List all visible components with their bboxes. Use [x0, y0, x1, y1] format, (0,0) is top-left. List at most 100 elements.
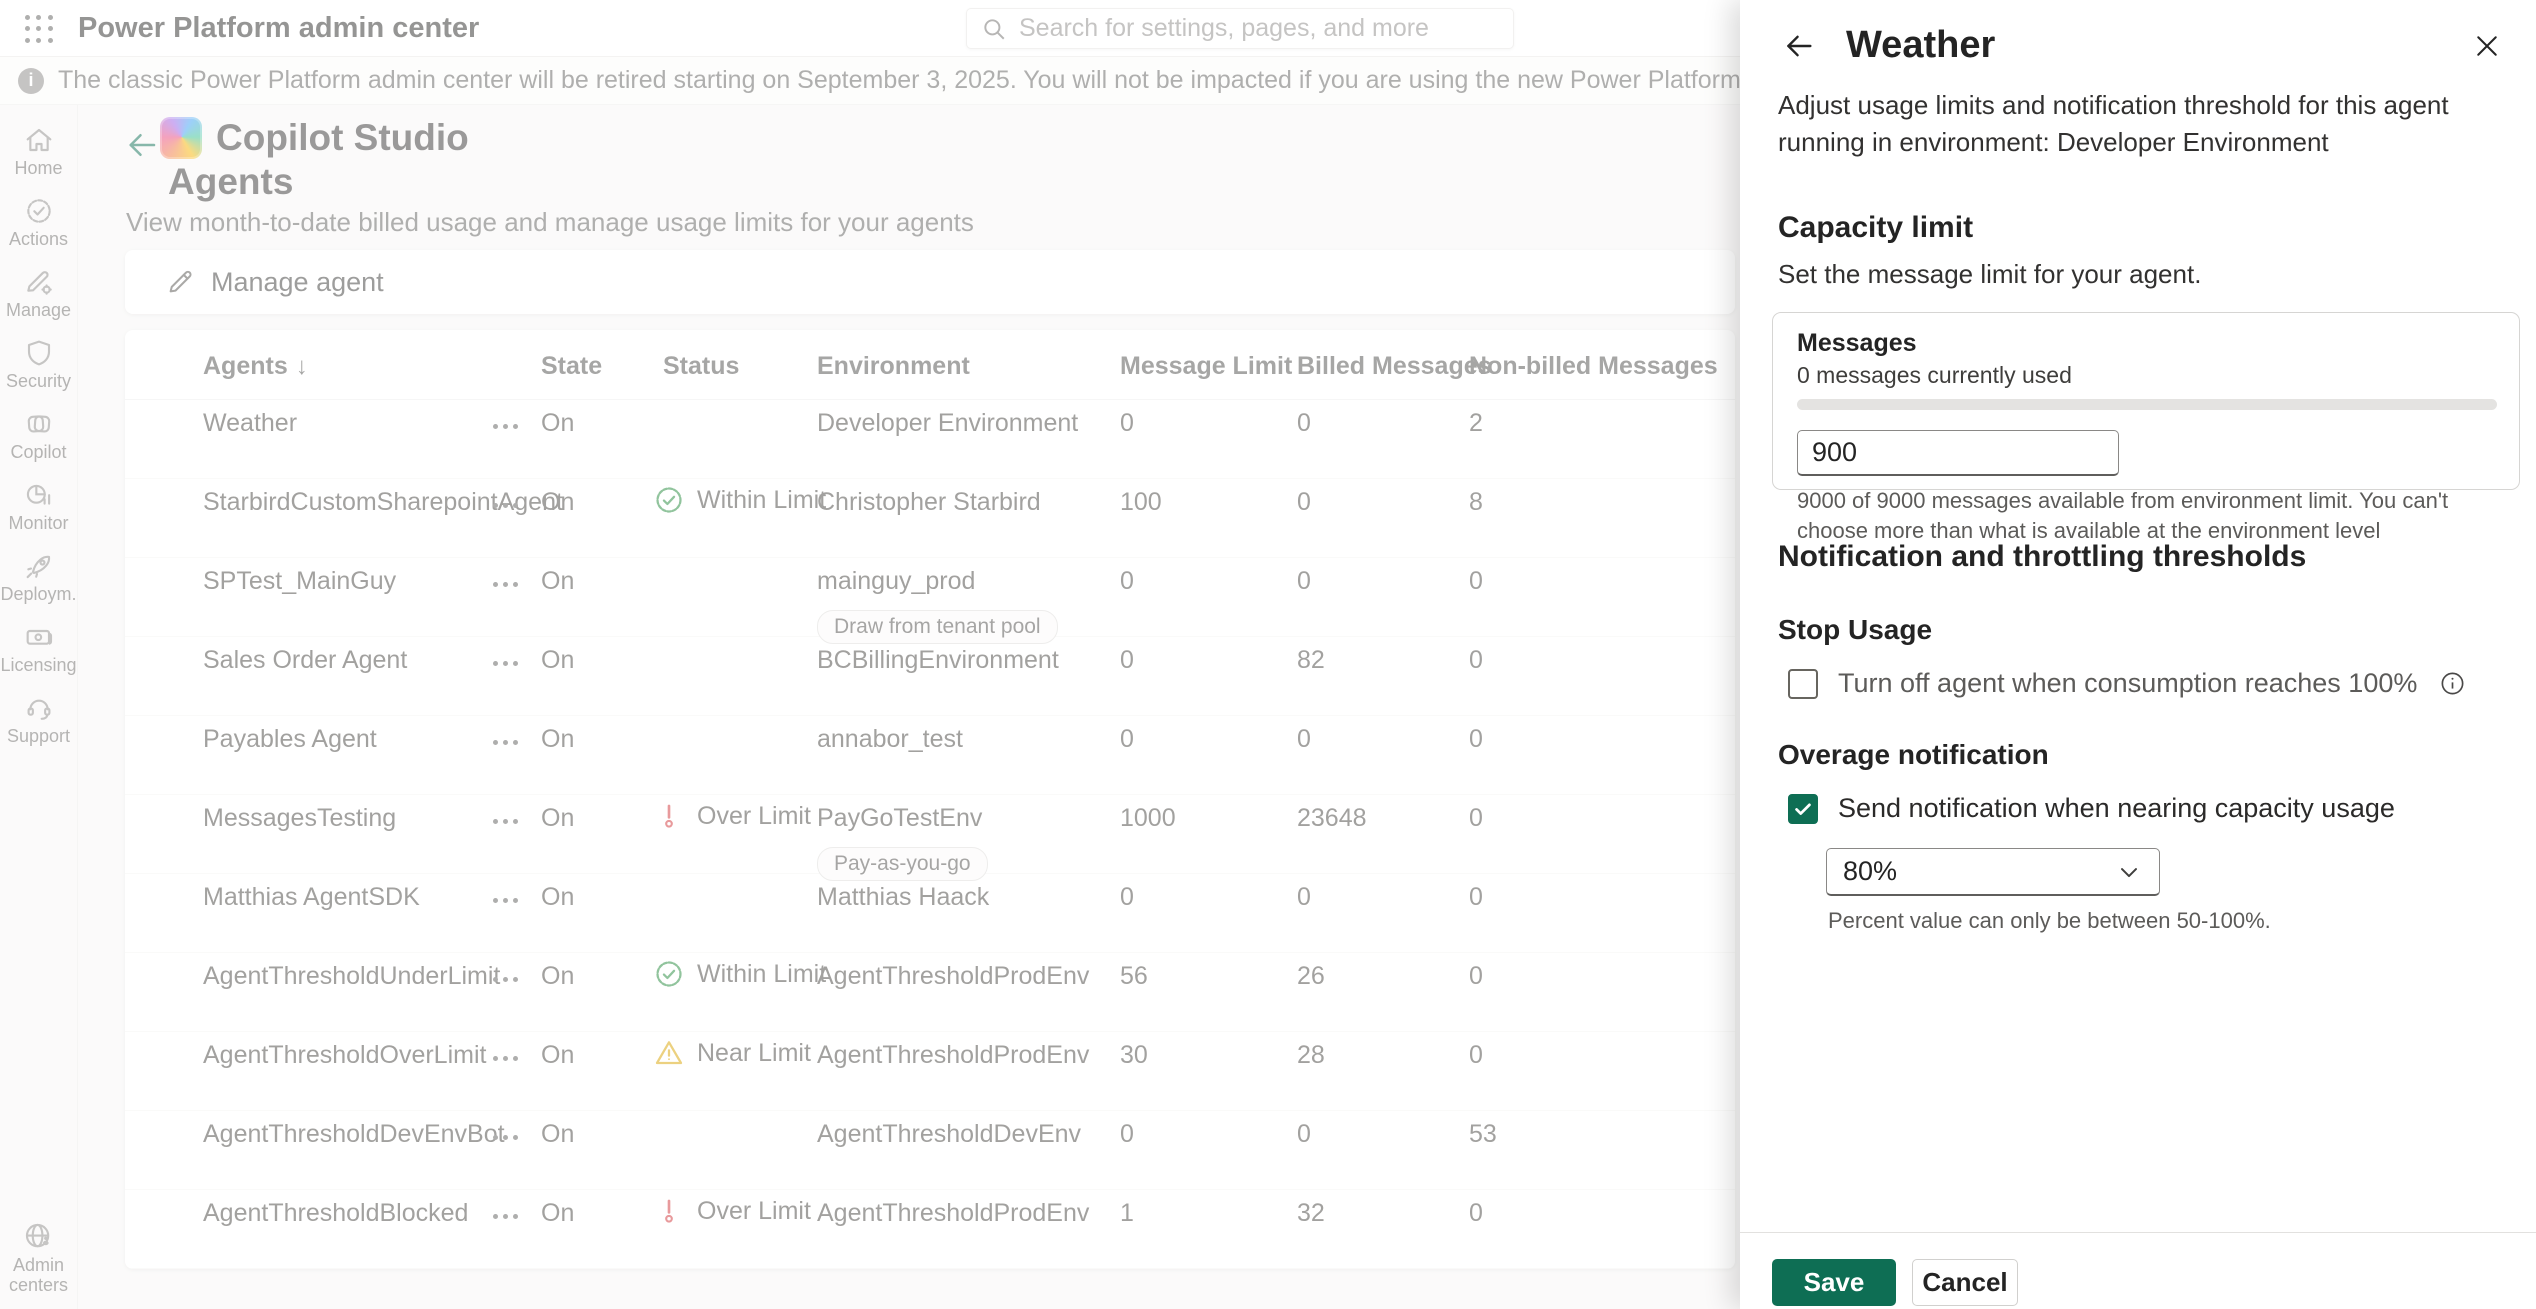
agent-name: AgentThresholdUnderLimit	[203, 962, 500, 991]
agent-state: On	[541, 804, 574, 833]
message-limit-input[interactable]	[1797, 430, 2119, 476]
message-limit-value: 0	[1120, 409, 1134, 438]
table-row[interactable]: AgentThresholdDevEnvBotOnAgentThresholdD…	[125, 1111, 1735, 1190]
environment-cell: AgentThresholdProdEnv	[817, 1041, 1089, 1070]
table-row[interactable]: StarbirdCustomSharepointAgentOnWithin Li…	[125, 479, 1735, 558]
manage-agent-button[interactable]: Manage agent	[165, 267, 384, 298]
row-more-options-icon[interactable]	[489, 734, 522, 751]
row-more-options-icon[interactable]	[489, 971, 522, 988]
column-header-agents[interactable]: Agents↓	[203, 352, 308, 381]
non-billed-messages-value: 0	[1469, 567, 1483, 596]
environment-cell: Christopher Starbird	[817, 488, 1041, 517]
sidebar-item-manage[interactable]: Manage	[0, 257, 77, 328]
pencil-icon	[165, 267, 195, 297]
threshold-percent-dropdown[interactable]: 80%	[1826, 848, 2160, 896]
row-more-options-icon[interactable]	[489, 1050, 522, 1067]
status-label: Near Limit	[697, 1039, 811, 1068]
table-row[interactable]: SPTest_MainGuyOnmainguy_prodDraw from te…	[125, 558, 1735, 637]
status-near-limit-icon	[653, 1037, 685, 1069]
non-billed-messages-value: 0	[1469, 1041, 1483, 1070]
non-billed-messages-value: 0	[1469, 962, 1483, 991]
environment-cell: AgentThresholdDevEnv	[817, 1120, 1081, 1149]
cancel-button[interactable]: Cancel	[1912, 1259, 2018, 1306]
monitor-pie-chart-icon	[23, 479, 55, 511]
sidebar-item-label: Monitor	[8, 513, 68, 533]
column-header-state[interactable]: State	[541, 352, 602, 381]
save-button[interactable]: Save	[1772, 1259, 1896, 1306]
banner-text: The classic Power Platform admin center …	[58, 66, 1898, 95]
capacity-limit-subheading: Set the message limit for your agent.	[1778, 259, 2498, 290]
sidebar-item-monitor[interactable]: Monitor	[0, 470, 77, 541]
check-icon	[1792, 798, 1814, 820]
table-row[interactable]: MessagesTestingOnOver LimitPayGoTestEnvP…	[125, 795, 1735, 874]
row-more-options-icon[interactable]	[489, 1208, 522, 1225]
sidebar-item-deploym[interactable]: Deploym...	[0, 541, 77, 612]
agent-settings-panel: Weather Adjust usage limits and notifica…	[1740, 0, 2536, 1309]
status-label: Within Limit	[697, 486, 826, 515]
close-icon[interactable]	[2468, 27, 2506, 65]
table-row[interactable]: WeatherOnDeveloper Environment002	[125, 400, 1735, 479]
message-limit-value: 1	[1120, 1199, 1134, 1228]
agent-name: AgentThresholdOverLimit	[203, 1041, 486, 1070]
table-row[interactable]: Matthias AgentSDKOnMatthias Haack000	[125, 874, 1735, 953]
sidebar-item-support[interactable]: Support	[0, 683, 77, 754]
status-label: Over Limit	[697, 802, 811, 831]
row-more-options-icon[interactable]	[489, 1129, 522, 1146]
environment-cell: mainguy_prodDraw from tenant pool	[817, 567, 1058, 644]
support-headset-icon	[23, 692, 55, 724]
table-row[interactable]: Sales Order AgentOnBCBillingEnvironment0…	[125, 637, 1735, 716]
sidebar-item-licensing[interactable]: Licensing	[0, 612, 77, 683]
environment-cell: Matthias Haack	[817, 883, 989, 912]
sidebar-item-label: Actions	[9, 229, 68, 249]
overage-checkbox[interactable]	[1788, 794, 1818, 824]
table-row[interactable]: AgentThresholdOverLimitOnNear LimitAgent…	[125, 1032, 1735, 1111]
sidebar-item-actions[interactable]: Actions	[0, 186, 77, 257]
table-row[interactable]: AgentThresholdUnderLimitOnWithin LimitAg…	[125, 953, 1735, 1032]
admin-centers-globe-icon	[22, 1221, 56, 1253]
info-icon[interactable]	[2439, 670, 2466, 697]
status-over-limit-icon	[653, 1195, 685, 1227]
panel-back-arrow-icon[interactable]	[1778, 25, 1820, 67]
row-more-options-icon[interactable]	[489, 576, 522, 593]
overage-option-label: Send notification when nearing capacity …	[1838, 793, 2395, 824]
message-limit-value: 0	[1120, 646, 1134, 675]
billed-messages-value: 0	[1297, 883, 1311, 912]
sidebar-item-copilot[interactable]: Copilot	[0, 399, 77, 470]
sidebar-item-admin-centers[interactable]: Admin centers	[0, 1215, 77, 1301]
agent-state: On	[541, 488, 574, 517]
non-billed-messages-value: 0	[1469, 646, 1483, 675]
table-row[interactable]: Payables AgentOnannabor_test000	[125, 716, 1735, 795]
stop-usage-checkbox[interactable]	[1788, 669, 1818, 699]
environment-cell: AgentThresholdProdEnv	[817, 1199, 1089, 1228]
sidebar-item-label: Manage	[6, 300, 71, 320]
column-header-non-billed-messages[interactable]: Non-billed Messages	[1469, 352, 1718, 381]
column-header-status[interactable]: Status	[663, 352, 739, 381]
agent-name: AgentThresholdBlocked	[203, 1199, 468, 1228]
sidebar-item-home[interactable]: Home	[0, 115, 77, 186]
app-root: Power Platform admin center Search for s…	[0, 0, 2536, 1309]
billed-messages-value: 32	[1297, 1199, 1325, 1228]
column-header-billed-messages[interactable]: Billed Messages	[1297, 352, 1492, 381]
global-search-input[interactable]: Search for settings, pages, and more	[966, 8, 1514, 49]
status-within-limit-icon	[653, 958, 685, 990]
column-header-environment[interactable]: Environment	[817, 352, 970, 381]
table-row[interactable]: AgentThresholdBlockedOnOver LimitAgentTh…	[125, 1190, 1735, 1269]
column-header-message-limit[interactable]: Message Limit	[1120, 352, 1292, 381]
status-label: Over Limit	[697, 1197, 811, 1226]
sidebar-item-security[interactable]: Security	[0, 328, 77, 399]
environment-cell: annabor_test	[817, 725, 963, 754]
non-billed-messages-value: 0	[1469, 804, 1483, 833]
row-more-options-icon[interactable]	[489, 813, 522, 830]
row-more-options-icon[interactable]	[489, 418, 522, 435]
sidebar-item-label: Support	[7, 726, 70, 746]
page-back-arrow-icon[interactable]	[124, 127, 160, 163]
row-more-options-icon[interactable]	[489, 655, 522, 672]
agents-table: Agents↓ State Status Environment Message Lim…	[125, 330, 1735, 1269]
message-limit-value: 100	[1120, 488, 1162, 517]
agent-name: MessagesTesting	[203, 804, 396, 833]
stop-usage-option-label: Turn off agent when consumption reaches …	[1838, 668, 2417, 699]
row-more-options-icon[interactable]	[489, 497, 522, 514]
app-launcher-icon[interactable]	[22, 12, 56, 46]
environment-cell: PayGoTestEnvPay-as-you-go	[817, 804, 988, 881]
row-more-options-icon[interactable]	[489, 892, 522, 909]
